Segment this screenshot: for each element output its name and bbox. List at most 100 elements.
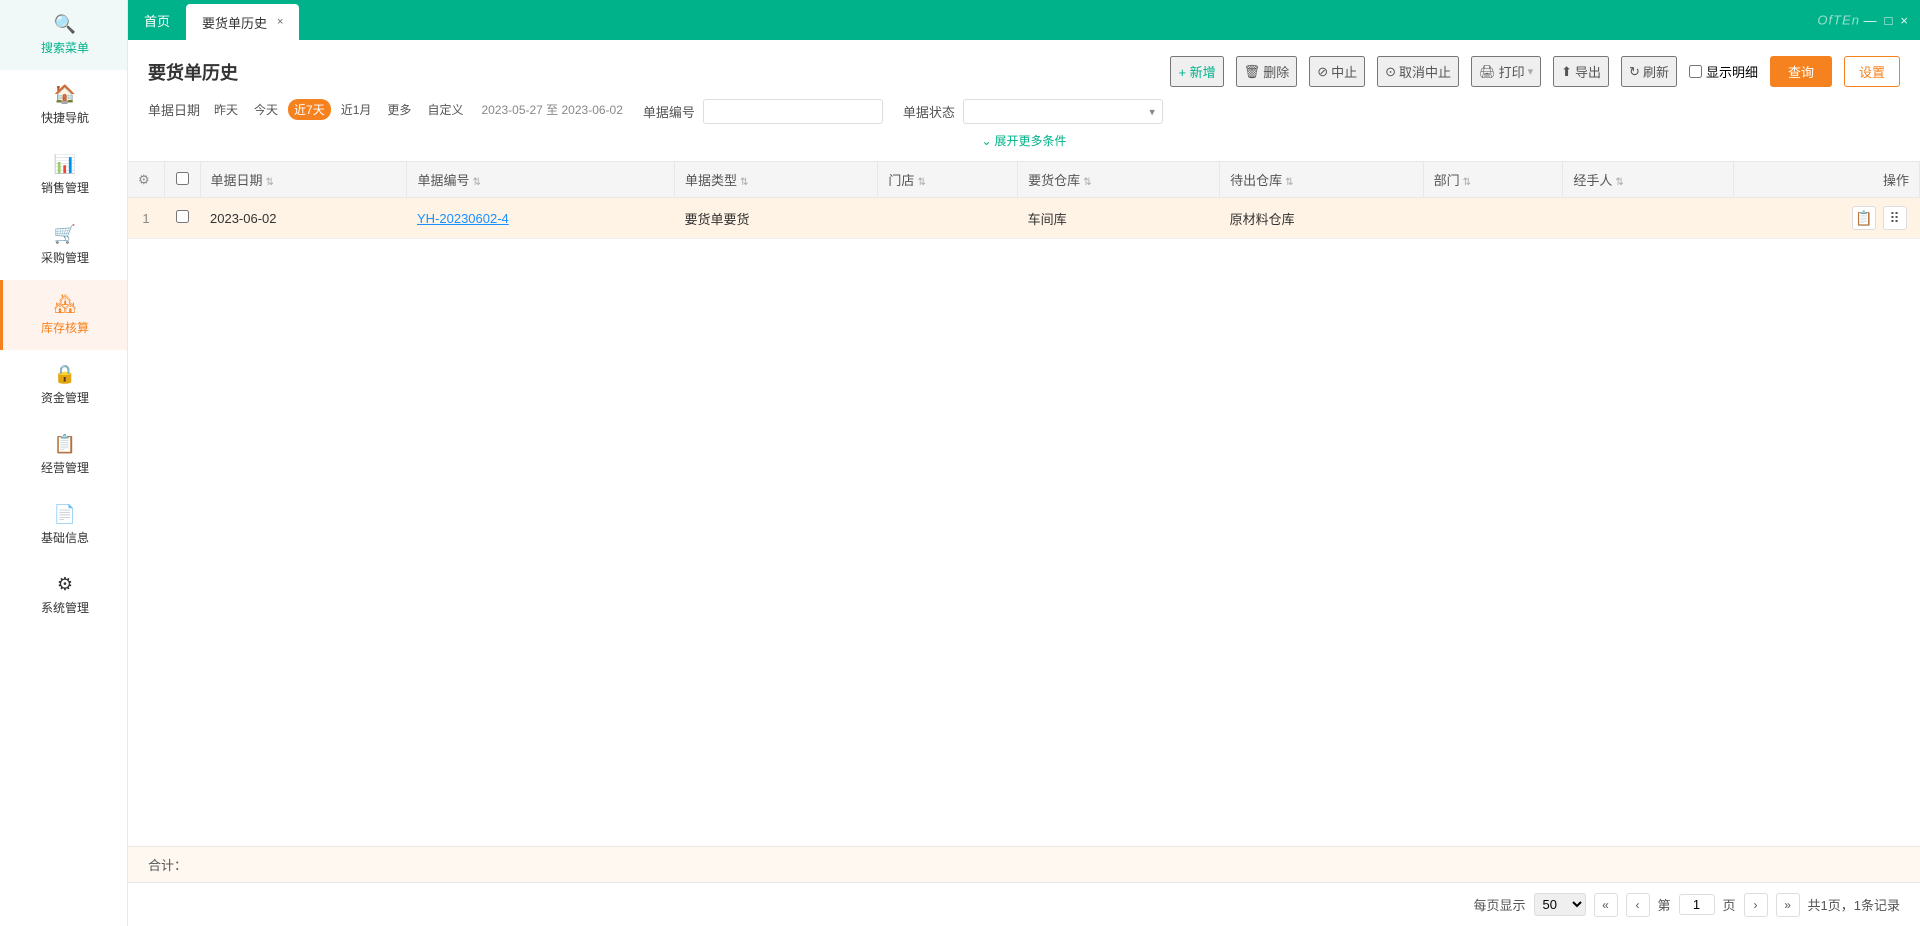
order-no-filter-group: 单据编号 — [643, 99, 883, 124]
minimize-btn[interactable]: — — [1864, 13, 1877, 28]
next-page-btn[interactable]: › — [1744, 893, 1768, 917]
order-no-input[interactable] — [703, 99, 883, 124]
row-view-btn[interactable]: 📋 — [1852, 206, 1876, 230]
sidebar-item-finance[interactable]: 🔒 资金管理 — [0, 350, 127, 420]
th-handler[interactable]: 经手人⇅ — [1563, 162, 1734, 198]
new-btn[interactable]: + 新增 — [1170, 56, 1223, 87]
tab-home-label: 首页 — [144, 11, 170, 30]
status-filter-group: 单据状态 — [903, 99, 1163, 124]
page-prefix: 第 — [1658, 895, 1671, 914]
data-table: ⚙ 单据日期⇅ 单据编号⇅ 单据类型⇅ 门店⇅ 要货仓库⇅ 待出仓库⇅ 部门⇅ … — [128, 162, 1920, 239]
date-shortcuts: 昨天 今天 近7天 近1月 更多 自定义 — [208, 99, 469, 120]
expand-more-btn[interactable]: ⌄ 展开更多条件 — [148, 132, 1900, 149]
row-pending-warehouse: 原材料仓库 — [1220, 198, 1423, 239]
sidebar-item-purchase[interactable]: 🛒 采购管理 — [0, 210, 127, 280]
status-select[interactable] — [963, 99, 1163, 124]
cancel-stop-btn[interactable]: ⊙ 取消中止 — [1377, 56, 1459, 87]
topbar-right: — □ × — [1864, 13, 1920, 28]
row-edit-btn[interactable]: ⠿ — [1883, 206, 1907, 230]
row-checkbox-cell — [164, 198, 200, 239]
last-page-btn[interactable]: » — [1776, 893, 1800, 917]
tab-close-btn[interactable]: × — [277, 16, 283, 28]
sidebar-item-label: 采购管理 — [41, 249, 89, 266]
page-header: 要货单历史 + 新增 🗑 删除 ⊘ 中止 ⊙ 取消中止 🖨 — [128, 40, 1920, 87]
settings-btn[interactable]: 设置 — [1844, 56, 1900, 87]
table-footer: 合计： — [128, 846, 1920, 882]
th-req-warehouse[interactable]: 要货仓库⇅ — [1018, 162, 1220, 198]
display-detail-checkbox[interactable] — [1689, 65, 1702, 78]
date-range-display: 2023-05-27 至 2023-06-02 — [481, 101, 622, 118]
sidebar-item-quick-nav[interactable]: 🏠 快捷导航 — [0, 70, 127, 140]
main-area: 首页 要货单历史 × OfTEn — □ × 要货单历史 + 新增 🗑 删除 — [128, 0, 1920, 926]
toolbar: + 新增 🗑 删除 ⊘ 中止 ⊙ 取消中止 🖨 打印 ▾ — [1170, 56, 1900, 87]
select-all-checkbox[interactable] — [176, 172, 189, 185]
tab-current[interactable]: 要货单历史 × — [186, 4, 299, 40]
stop-btn[interactable]: ⊘ 中止 — [1309, 56, 1365, 87]
row-num: 1 — [128, 198, 164, 239]
month1-btn[interactable]: 近1月 — [335, 99, 378, 120]
tab-current-label: 要货单历史 — [202, 13, 267, 32]
sales-icon: 📊 — [54, 154, 76, 175]
settings-col-icon[interactable]: ⚙ — [138, 172, 150, 187]
purchase-icon: 🛒 — [54, 224, 76, 245]
sidebar-item-operations[interactable]: 📋 经营管理 — [0, 420, 127, 490]
finance-icon: 🔒 — [54, 364, 76, 385]
today-btn[interactable]: 今天 — [248, 99, 284, 120]
sidebar-item-basic-info[interactable]: 📄 基础信息 — [0, 490, 127, 560]
export-btn[interactable]: ⬆ 导出 — [1553, 56, 1609, 87]
sidebar-item-label: 经营管理 — [41, 459, 89, 476]
tab-home[interactable]: 首页 — [128, 0, 186, 40]
th-pending-warehouse[interactable]: 待出仓库⇅ — [1220, 162, 1423, 198]
custom-btn[interactable]: 自定义 — [421, 99, 469, 120]
close-btn[interactable]: × — [1900, 13, 1908, 28]
print-icon: 🖨 — [1479, 64, 1496, 80]
th-order-type[interactable]: 单据类型⇅ — [675, 162, 878, 198]
table-body: 1 2023-06-02 YH-20230602-4 要货单要货 车间库 原材料… — [128, 198, 1920, 239]
content: 要货单历史 + 新增 🗑 删除 ⊘ 中止 ⊙ 取消中止 🖨 — [128, 40, 1920, 926]
row-department — [1423, 198, 1563, 239]
status-label: 单据状态 — [903, 102, 955, 121]
page-input[interactable] — [1679, 894, 1715, 915]
print-btn[interactable]: 🖨 打印 ▾ — [1471, 56, 1541, 87]
row-order-no[interactable]: YH-20230602-4 — [407, 198, 675, 239]
sidebar-item-inventory[interactable]: 🏘 库存核算 — [0, 280, 127, 350]
row-date: 2023-06-02 — [200, 198, 407, 239]
row-store — [878, 198, 1018, 239]
search-menu-icon: 🔍 — [54, 14, 76, 35]
row-checkbox[interactable] — [176, 210, 189, 223]
display-detail-toggle[interactable]: 显示明细 — [1689, 62, 1758, 81]
date-filter-group: 单据日期 昨天 今天 近7天 近1月 更多 自定义 2023-05-27 至 2… — [148, 99, 623, 120]
maximize-btn[interactable]: □ — [1885, 13, 1893, 28]
delete-btn[interactable]: 🗑 删除 — [1236, 56, 1298, 87]
yesterday-btn[interactable]: 昨天 — [208, 99, 244, 120]
basic-info-icon: 📄 — [54, 504, 76, 525]
sidebar-item-label: 快捷导航 — [41, 109, 89, 126]
prev-page-btn[interactable]: ‹ — [1626, 893, 1650, 917]
th-date[interactable]: 单据日期⇅ — [200, 162, 407, 198]
sidebar-item-system[interactable]: ⚙ 系统管理 — [0, 560, 127, 630]
query-btn[interactable]: 查询 — [1770, 56, 1832, 87]
summary-label: 合计： — [148, 855, 187, 874]
th-checkbox — [164, 162, 200, 198]
sidebar-item-label: 搜索菜单 — [41, 39, 89, 56]
refresh-btn[interactable]: ↻ 刷新 — [1621, 56, 1677, 87]
refresh-icon: ↻ — [1629, 64, 1640, 80]
more-btn[interactable]: 更多 — [381, 99, 417, 120]
inventory-icon: 🏘 — [54, 294, 77, 315]
first-page-btn[interactable]: « — [1594, 893, 1618, 917]
sidebar-item-search-menu[interactable]: 🔍 搜索菜单 — [0, 0, 127, 70]
row-order-type: 要货单要货 — [675, 198, 878, 239]
system-icon: ⚙ — [57, 574, 73, 595]
th-store[interactable]: 门店⇅ — [878, 162, 1018, 198]
sidebar-item-sales[interactable]: 📊 销售管理 — [0, 140, 127, 210]
sidebar: 🔍 搜索菜单 🏠 快捷导航 📊 销售管理 🛒 采购管理 🏘 库存核算 🔒 资金管… — [0, 0, 128, 926]
th-department[interactable]: 部门⇅ — [1423, 162, 1563, 198]
per-page-select[interactable]: 50 100 — [1534, 893, 1586, 916]
date-filter-label: 单据日期 — [148, 100, 200, 119]
export-icon: ⬆ — [1561, 64, 1572, 80]
th-operation: 操作 — [1734, 162, 1920, 198]
th-settings[interactable]: ⚙ — [128, 162, 164, 198]
th-order-no[interactable]: 单据编号⇅ — [407, 162, 675, 198]
table-header-row: ⚙ 单据日期⇅ 单据编号⇅ 单据类型⇅ 门店⇅ 要货仓库⇅ 待出仓库⇅ 部门⇅ … — [128, 162, 1920, 198]
week7-btn[interactable]: 近7天 — [288, 99, 331, 120]
